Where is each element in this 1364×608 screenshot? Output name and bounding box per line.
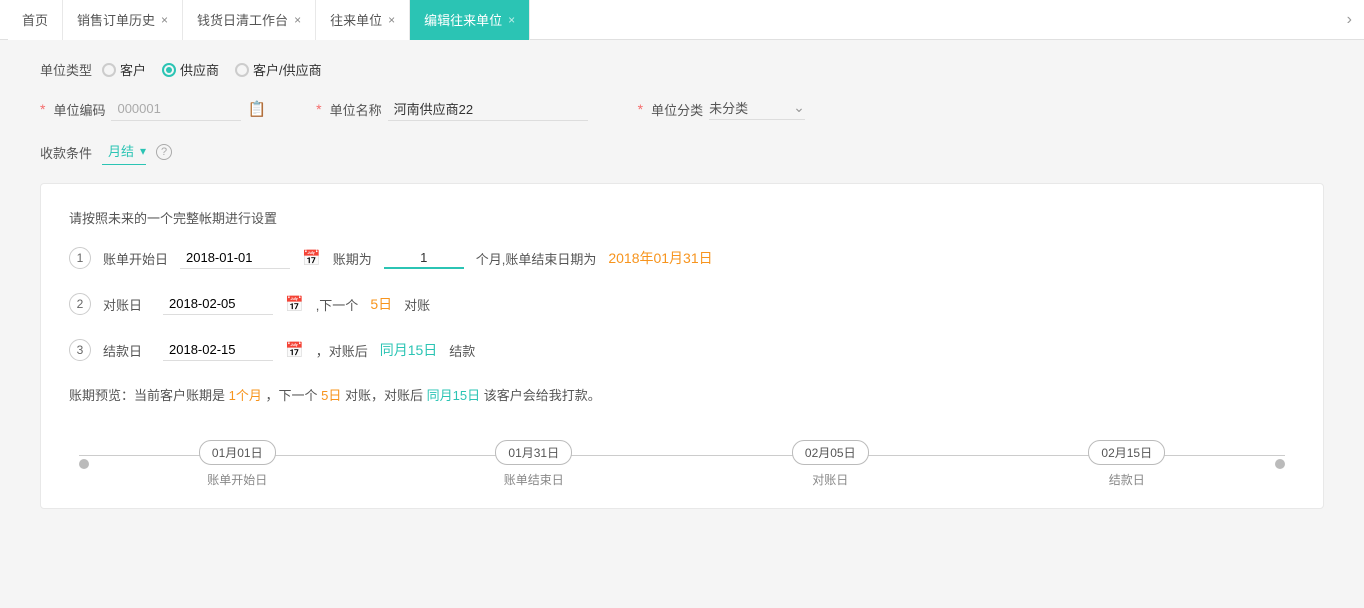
payment-terms-row: 收款条件 月结 ▾ ?	[40, 139, 1324, 165]
close-contact-unit[interactable]: ×	[388, 13, 395, 27]
tl-node-1: 01月01日 账单开始日	[199, 440, 276, 488]
unit-name-input[interactable]	[388, 97, 588, 121]
preview-sep2: 对账，对账后	[345, 388, 423, 403]
row-num-2: 2	[69, 293, 91, 315]
payment-date-input[interactable]	[163, 339, 273, 361]
row2-desc2: 对账	[404, 295, 430, 314]
timeline-start-dot	[79, 459, 89, 469]
start-date-calendar-icon[interactable]: 📅	[302, 249, 321, 267]
timeline-section: 01月01日 账单开始日 01月31日 账单结束日 02月05日 对账日 02月…	[69, 440, 1295, 488]
preview-reconcile-day: 5日	[321, 388, 341, 403]
code-required-star: *	[40, 101, 45, 117]
tl-node-3: 02月05日 对账日	[792, 440, 869, 488]
category-dropdown-icon: ⌄	[793, 99, 805, 116]
unit-fields-row: * 单位编码 📋 * 单位名称 * 单位分类 未分类 ⌄	[40, 97, 1324, 121]
unit-code-label: 单位编码	[53, 100, 105, 119]
payment-date-calendar-icon[interactable]: 📅	[285, 341, 304, 359]
payment-terms-select[interactable]: 月结 ▾	[102, 139, 146, 165]
unit-code-copy-icon[interactable]: 📋	[247, 100, 266, 118]
row2-day-highlight: 5日	[370, 294, 392, 314]
card-row-3: 3 结款日 📅 ，对账后 同月15日 结款	[69, 339, 1295, 361]
radio-customer[interactable]: 客户	[102, 60, 146, 79]
help-icon[interactable]: ?	[156, 144, 172, 160]
row-num-3: 3	[69, 339, 91, 361]
unit-name-group: * 单位名称	[316, 97, 587, 121]
row-label-3: 结款日	[103, 341, 151, 360]
preview-suffix: 该客户会给我打款。	[484, 388, 601, 403]
preview-months: 1个月	[229, 388, 262, 403]
tabs-bar: 首页 销售订单历史 × 钱货日清工作台 × 往来单位 × 编辑往来单位 × ›	[0, 0, 1364, 40]
unit-category-group: * 单位分类 未分类 ⌄	[638, 98, 805, 120]
tl-bubble-4: 02月15日	[1088, 440, 1165, 465]
close-cash-work[interactable]: ×	[294, 13, 301, 27]
card-title: 请按照未来的一个完整帐期进行设置	[69, 208, 1295, 227]
preview-sep1: ，下一个	[266, 388, 318, 403]
start-date-input[interactable]	[180, 247, 290, 269]
tab-arrow[interactable]: ›	[1335, 11, 1364, 29]
radio-both-circle	[235, 63, 249, 77]
radio-supplier-circle	[162, 63, 176, 77]
tl-bubble-1: 01月01日	[199, 440, 276, 465]
payment-terms-arrow: ▾	[140, 144, 146, 158]
row3-day-highlight: 同月15日	[380, 340, 438, 360]
tab-home[interactable]: 首页	[8, 0, 63, 40]
page-content: 单位类型 客户 供应商 客户/供应商 * 单位编码 📋 * 单位名称	[0, 40, 1364, 608]
tab-contact-unit[interactable]: 往来单位 ×	[316, 0, 410, 40]
tl-label-4: 结款日	[1109, 471, 1145, 488]
timeline-end-dot	[1275, 459, 1285, 469]
tl-bubble-3: 02月05日	[792, 440, 869, 465]
name-required-star: *	[316, 101, 321, 117]
row-label-2: 对账日	[103, 295, 151, 314]
tab-edit-unit[interactable]: 编辑往来单位 ×	[410, 0, 530, 40]
row2-desc1: ,下一个	[316, 295, 359, 314]
period-months-input[interactable]	[384, 248, 464, 269]
payment-terms-value: 月结	[102, 139, 140, 162]
unit-code-group: * 单位编码 📋	[40, 97, 266, 121]
tl-label-2: 账单结束日	[504, 471, 564, 488]
tl-bubble-2: 01月31日	[495, 440, 572, 465]
unit-category-label: 单位分类	[651, 100, 703, 119]
reconcile-date-calendar-icon[interactable]: 📅	[285, 295, 304, 313]
row-label-1: 账单开始日	[103, 249, 168, 268]
row1-desc-after: 个月,账单结束日期为	[476, 249, 597, 268]
settings-card: 请按照未来的一个完整帐期进行设置 1 账单开始日 📅 账期为 个月,账单结束日期…	[40, 183, 1324, 509]
unit-type-label: 单位类型	[40, 60, 92, 79]
row-num-1: 1	[69, 247, 91, 269]
close-edit-unit[interactable]: ×	[508, 13, 515, 27]
tl-node-2: 01月31日 账单结束日	[495, 440, 572, 488]
tl-label-1: 账单开始日	[207, 471, 267, 488]
tl-label-3: 对账日	[812, 471, 848, 488]
preview-label: 账期预览：当前客户账期是	[69, 388, 225, 403]
preview-text: 账期预览：当前客户账期是 1个月 ，下一个 5日 对账，对账后 同月15日 该客…	[69, 385, 1295, 420]
unit-category-value: 未分类	[709, 98, 789, 117]
radio-customer-circle	[102, 63, 116, 77]
tl-node-4: 02月15日 结款日	[1088, 440, 1165, 488]
unit-category-dropdown[interactable]: 未分类 ⌄	[709, 98, 805, 120]
radio-group: 客户 供应商 客户/供应商	[102, 60, 322, 79]
row3-desc2: 结款	[449, 341, 475, 360]
timeline-nodes: 01月01日 账单开始日 01月31日 账单结束日 02月05日 对账日 02月…	[89, 440, 1275, 488]
unit-code-input[interactable]	[111, 97, 241, 121]
row1-end-date: 2018年01月31日	[608, 248, 712, 268]
tab-sales-history[interactable]: 销售订单历史 ×	[63, 0, 183, 40]
row1-desc-before: 账期为	[333, 249, 372, 268]
category-required-star: *	[638, 101, 643, 117]
reconcile-date-input[interactable]	[163, 293, 273, 315]
row3-desc1: ，对账后	[316, 341, 368, 360]
tab-cash-work[interactable]: 钱货日清工作台 ×	[183, 0, 316, 40]
unit-name-label: 单位名称	[330, 100, 382, 119]
card-row-2: 2 对账日 📅 ,下一个 5日 对账	[69, 293, 1295, 315]
radio-supplier[interactable]: 供应商	[162, 60, 219, 79]
payment-terms-label: 收款条件	[40, 143, 92, 162]
radio-both[interactable]: 客户/供应商	[235, 60, 322, 79]
card-row-1: 1 账单开始日 📅 账期为 个月,账单结束日期为 2018年01月31日	[69, 247, 1295, 269]
unit-type-row: 单位类型 客户 供应商 客户/供应商	[40, 60, 1324, 79]
close-sales-history[interactable]: ×	[161, 13, 168, 27]
preview-payment-day: 同月15日	[427, 388, 480, 403]
